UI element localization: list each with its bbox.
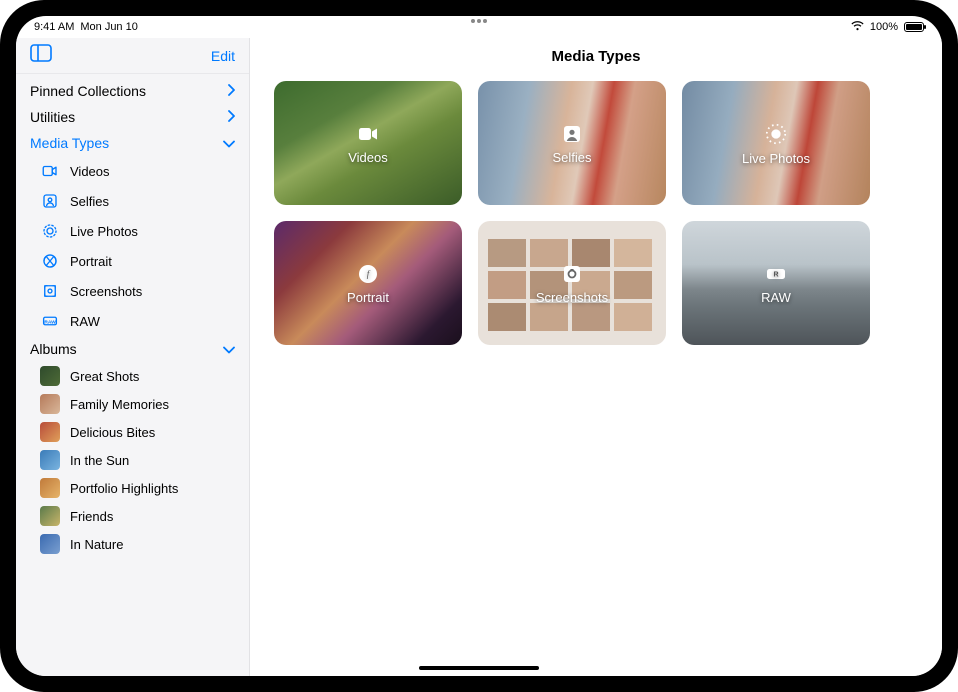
sidebar-album-portfolio-highlights[interactable]: Portfolio Highlights: [16, 474, 249, 502]
sidebar-section-label: Utilities: [30, 109, 75, 125]
sidebar-toggle-icon[interactable]: [30, 44, 52, 67]
wifi-icon: [851, 21, 864, 34]
sidebar-item-live-photos[interactable]: Live Photos: [16, 216, 249, 246]
aperture-icon: f: [356, 262, 380, 286]
media-types-grid: Videos Selfies Live Photos f Portrait Screens…: [250, 71, 942, 355]
screen: 9:41 AM Mon Jun 10 100% Edit: [16, 16, 942, 676]
svg-text:RAW: RAW: [44, 319, 56, 325]
page-title: Media Types: [250, 38, 942, 71]
tile-live-photos[interactable]: Live Photos: [682, 81, 870, 205]
status-date: Mon Jun 10: [80, 21, 137, 33]
sidebar-album-in-the-sun[interactable]: In the Sun: [16, 446, 249, 474]
sidebar-album-delicious-bites[interactable]: Delicious Bites: [16, 418, 249, 446]
sidebar-item-label: Portrait: [70, 254, 112, 269]
sidebar-item-label: Friends: [70, 509, 113, 524]
tile-portrait[interactable]: f Portrait: [274, 221, 462, 345]
sidebar-list[interactable]: Pinned Collections Utilities Media Types: [16, 74, 249, 676]
album-thumbnail: [40, 366, 60, 386]
sidebar-item-label: Delicious Bites: [70, 425, 155, 440]
sidebar-album-great-shots[interactable]: Great Shots: [16, 362, 249, 390]
status-time: 9:41 AM: [34, 21, 74, 33]
sidebar-item-label: In Nature: [70, 537, 123, 552]
sidebar-album-in-nature[interactable]: In Nature: [16, 530, 249, 558]
sidebar-section-media-types[interactable]: Media Types: [16, 130, 249, 156]
content-area: Edit Pinned Collections Utilities: [16, 38, 942, 676]
sidebar-section-label: Albums: [30, 341, 77, 357]
tile-label: Live Photos: [742, 151, 810, 166]
sidebar-album-friends[interactable]: Friends: [16, 502, 249, 530]
chevron-right-icon: [227, 109, 235, 125]
ipad-device-frame: 9:41 AM Mon Jun 10 100% Edit: [0, 0, 958, 692]
sidebar-item-label: Screenshots: [70, 284, 142, 299]
sidebar-item-label: Selfies: [70, 194, 109, 209]
tile-label: RAW: [761, 290, 791, 305]
multitasking-dots-icon[interactable]: [471, 19, 487, 23]
sidebar-item-portrait[interactable]: Portrait: [16, 246, 249, 276]
aperture-icon: [40, 251, 60, 271]
screenshot-icon: [40, 281, 60, 301]
edit-button[interactable]: Edit: [211, 48, 235, 64]
tile-screenshots[interactable]: Screenshots: [478, 221, 666, 345]
screenshot-icon: [560, 262, 584, 286]
sidebar-item-label: In the Sun: [70, 453, 129, 468]
sidebar-item-label: Videos: [70, 164, 110, 179]
raw-badge-icon: RAW: [40, 311, 60, 331]
sidebar-album-family-memories[interactable]: Family Memories: [16, 390, 249, 418]
sidebar-toolbar: Edit: [16, 38, 249, 74]
main-content: Media Types Videos Selfies Live Photos f Por…: [250, 38, 942, 676]
album-thumbnail: [40, 506, 60, 526]
tile-selfies[interactable]: Selfies: [478, 81, 666, 205]
home-indicator[interactable]: [419, 666, 539, 670]
live-photo-icon: [763, 121, 789, 147]
sidebar-item-videos[interactable]: Videos: [16, 156, 249, 186]
person-square-icon: [40, 191, 60, 211]
sidebar-section-label: Pinned Collections: [30, 83, 146, 99]
album-thumbnail: [40, 422, 60, 442]
sidebar-item-label: RAW: [70, 314, 100, 329]
video-camera-icon: [40, 161, 60, 181]
sidebar-item-label: Live Photos: [70, 224, 138, 239]
tile-label: Videos: [348, 150, 388, 165]
album-thumbnail: [40, 394, 60, 414]
sidebar-item-label: Great Shots: [70, 369, 139, 384]
battery-icon: [904, 22, 924, 32]
person-square-icon: [560, 122, 584, 146]
sidebar-section-albums[interactable]: Albums: [16, 336, 249, 362]
sidebar-section-pinned-collections[interactable]: Pinned Collections: [16, 78, 249, 104]
chevron-down-icon: [223, 135, 235, 151]
sidebar-item-label: Portfolio Highlights: [70, 481, 178, 496]
sidebar-section-label: Media Types: [30, 135, 109, 151]
album-thumbnail: [40, 534, 60, 554]
album-thumbnail: [40, 450, 60, 470]
battery-percent: 100%: [870, 21, 898, 33]
tile-label: Selfies: [552, 150, 591, 165]
sidebar-section-utilities[interactable]: Utilities: [16, 104, 249, 130]
raw-badge-icon: R: [764, 262, 788, 286]
sidebar-item-screenshots[interactable]: Screenshots: [16, 276, 249, 306]
tile-label: Screenshots: [536, 290, 608, 305]
svg-text:R: R: [773, 271, 778, 278]
sidebar-item-label: Family Memories: [70, 397, 169, 412]
tile-videos[interactable]: Videos: [274, 81, 462, 205]
tile-label: Portrait: [347, 290, 389, 305]
chevron-right-icon: [227, 83, 235, 99]
video-camera-icon: [356, 122, 380, 146]
live-photo-icon: [40, 221, 60, 241]
sidebar-item-selfies[interactable]: Selfies: [16, 186, 249, 216]
tile-raw[interactable]: R RAW: [682, 221, 870, 345]
album-thumbnail: [40, 478, 60, 498]
sidebar-item-raw[interactable]: RAW RAW: [16, 306, 249, 336]
chevron-down-icon: [223, 341, 235, 357]
sidebar: Edit Pinned Collections Utilities: [16, 38, 250, 676]
